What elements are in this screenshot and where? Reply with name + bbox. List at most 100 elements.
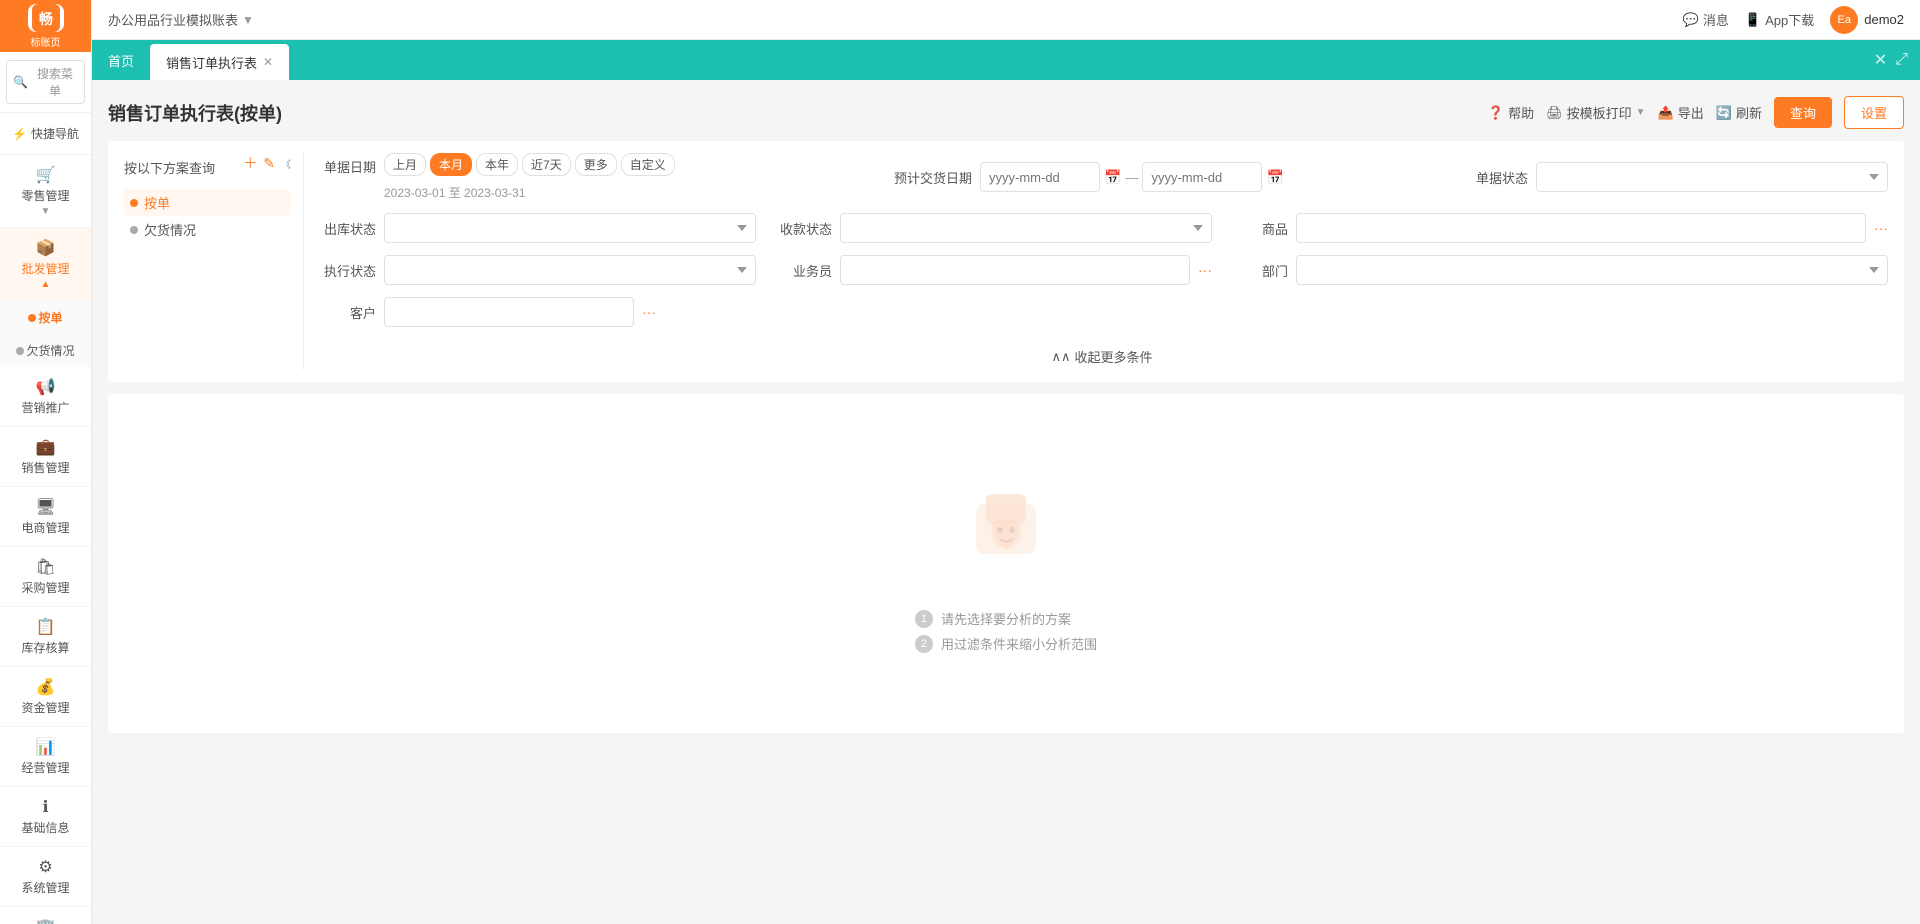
tag-more[interactable]: 更多 xyxy=(575,153,617,176)
sidebar-item-operation[interactable]: 📊 经营管理 xyxy=(0,727,91,787)
filter-scheme-label: 按以下方案查询 xyxy=(124,158,215,177)
tag-last-7[interactable]: 近7天 xyxy=(522,153,571,176)
sidebar-item-order[interactable]: 按单 xyxy=(0,301,91,334)
scheme-order-label: 按单 xyxy=(144,193,170,212)
date-separator: — xyxy=(1125,170,1138,185)
refresh-btn[interactable]: 🔄 刷新 xyxy=(1716,103,1762,122)
order-status-select[interactable] xyxy=(1536,162,1888,192)
print-expand-icon[interactable]: ▼ xyxy=(1636,107,1646,118)
salesperson-more-icon[interactable]: ··· xyxy=(1198,262,1212,278)
tag-current-year[interactable]: 本年 xyxy=(476,153,518,176)
tag-last-month[interactable]: 上月 xyxy=(384,153,426,176)
salesperson-input[interactable] xyxy=(840,255,1190,285)
main-area: 办公用品行业模拟账表 ▼ 💬 消息 📱 App下载 Ea demo2 首页 xyxy=(92,0,1920,924)
sidebar-logo-text: 标账页 xyxy=(31,34,61,49)
svg-text:畅: 畅 xyxy=(39,11,53,27)
goods-input[interactable] xyxy=(1296,213,1866,243)
tab-home[interactable]: 首页 xyxy=(92,40,150,80)
sidebar-logo: 畅 标账页 xyxy=(0,0,91,52)
tab-sales-order[interactable]: 销售订单执行表 ✕ xyxy=(150,44,289,80)
edit-scheme-icon[interactable]: ✎ xyxy=(263,155,275,172)
tip-1-num: 1 xyxy=(915,610,933,628)
filter-scheme-panel: 按以下方案查询 ＋ ✎ 《 按单 xyxy=(124,153,304,370)
sidebar-item-purchase[interactable]: 🛍 采购管理 xyxy=(0,547,91,607)
sidebar-item-sales[interactable]: 💼 销售管理 xyxy=(0,427,91,487)
tabbar-close-btn[interactable]: ✕ xyxy=(1874,50,1887,70)
sidebar-item-debt[interactable]: 欠货情况 xyxy=(0,334,91,367)
wholesale-icon: 📦 xyxy=(36,238,56,258)
quick-nav-section: ⚡ 快捷导航 xyxy=(0,113,91,155)
filter-execution-status: 执行状态 xyxy=(316,255,756,285)
sidebar-item-retail-label: 零售管理 xyxy=(21,187,69,204)
topbar-title-arrow[interactable]: ▼ xyxy=(242,13,254,27)
empty-tip-2: 2 用过滤条件来缩小分析范围 xyxy=(915,634,1097,653)
scheme-debt-item[interactable]: 欠货情况 xyxy=(124,216,291,243)
execution-status-label: 执行状态 xyxy=(316,261,376,280)
inventory-icon: 📋 xyxy=(36,617,56,637)
filter-scheme-title-row: 按以下方案查询 ＋ ✎ 《 xyxy=(124,153,291,181)
search-btn[interactable]: 查询 xyxy=(1774,97,1832,128)
execution-status-select[interactable] xyxy=(384,255,756,285)
calendar-to-icon[interactable]: 📅 xyxy=(1266,169,1283,186)
sidebar-item-wholesale-label: 批发管理 xyxy=(21,260,69,277)
filter-collapse-btn[interactable]: ∧∧ 收起更多条件 xyxy=(316,339,1888,370)
scheme-order-item[interactable]: 按单 xyxy=(124,189,291,216)
print-icon: 🖨 xyxy=(1546,105,1563,121)
sidebar: 畅 标账页 🔍 搜索菜单 ⚡ 快捷导航 🛒 零售管理 ▼ 📦 批发管理 ▲ xyxy=(0,0,92,924)
goods-more-icon[interactable]: ··· xyxy=(1874,220,1888,236)
sidebar-item-quick-nav[interactable]: ⚡ 快捷导航 xyxy=(0,117,91,150)
customer-more-icon[interactable]: ··· xyxy=(642,304,656,320)
add-scheme-icon[interactable]: ＋ xyxy=(243,153,257,173)
sidebar-item-finance[interactable]: 💰 资金管理 xyxy=(0,667,91,727)
tag-custom[interactable]: 自定义 xyxy=(621,153,675,176)
sidebar-menu: 🛒 零售管理 ▼ 📦 批发管理 ▲ 按单 欠货情况 📢 营销推广 xyxy=(0,155,91,924)
sidebar-item-ecommerce[interactable]: 🖥 电商管理 xyxy=(0,487,91,547)
payment-status-select[interactable] xyxy=(840,213,1212,243)
template-print-btn[interactable]: 🖨 按模板打印 ▼ xyxy=(1546,103,1645,122)
delivery-status-select[interactable] xyxy=(384,213,756,243)
sidebar-item-marketing[interactable]: 📢 营销推广 xyxy=(0,367,91,427)
collapse-scheme-icon[interactable]: 《 xyxy=(281,156,291,171)
scheme-debt-dot xyxy=(130,226,138,234)
sidebar-item-inventory[interactable]: 📋 库存核算 xyxy=(0,607,91,667)
topbar-title-text: 办公用品行业模拟账表 xyxy=(108,10,238,29)
message-icon: 💬 xyxy=(1683,12,1699,28)
sidebar-item-retail[interactable]: 🛒 零售管理 ▼ xyxy=(0,155,91,228)
expected-delivery-label: 预计交货日期 xyxy=(892,168,972,187)
content-area: 销售订单执行表(按单) ❓ 帮助 🖨 按模板打印 ▼ 📤 导出 xyxy=(92,80,1920,924)
search-menu-button[interactable]: 🔍 搜索菜单 xyxy=(6,60,85,104)
logo-icon: 畅 xyxy=(28,4,64,32)
settings-btn[interactable]: 设置 xyxy=(1844,96,1904,129)
topbar-user[interactable]: Ea demo2 xyxy=(1830,6,1904,34)
tabbar-expand-btn[interactable]: ⤢ xyxy=(1895,51,1908,69)
tip-1-text: 请先选择要分析的方案 xyxy=(941,609,1071,628)
delivery-status-label: 出库状态 xyxy=(316,219,376,238)
avatar-initials: Ea xyxy=(1838,14,1851,26)
sidebar-item-system[interactable]: ⚙ 系统管理 xyxy=(0,847,91,907)
sidebar-item-inventory-label: 库存核算 xyxy=(21,639,69,656)
export-btn[interactable]: 📤 导出 xyxy=(1658,103,1704,122)
topbar-message-btn[interactable]: 💬 消息 xyxy=(1683,10,1729,29)
payment-status-label: 收款状态 xyxy=(772,219,832,238)
export-icon: 📤 xyxy=(1658,105,1674,121)
tab-close-icon[interactable]: ✕ xyxy=(263,55,273,69)
calendar-from-icon[interactable]: 📅 xyxy=(1104,169,1121,186)
customer-input[interactable] xyxy=(384,297,634,327)
sidebar-item-enterprise[interactable]: 🏢 企业协同 xyxy=(0,907,91,924)
sidebar-item-wholesale[interactable]: 📦 批发管理 ▲ xyxy=(0,228,91,301)
topbar-app-btn[interactable]: 📱 App下载 xyxy=(1745,10,1814,29)
sidebar-item-base[interactable]: ℹ 基础信息 xyxy=(0,787,91,847)
template-print-label: 按模板打印 xyxy=(1567,103,1632,122)
expected-date-to[interactable] xyxy=(1142,162,1262,192)
sidebar-item-debt-label: 欠货情况 xyxy=(26,342,74,359)
help-btn[interactable]: ❓ 帮助 xyxy=(1488,103,1534,122)
filter-row-1: 单据日期 上月 本月 本年 近7天 更多 自定义 xyxy=(316,153,1888,201)
goods-label: 商品 xyxy=(1228,219,1288,238)
tag-current-month[interactable]: 本月 xyxy=(430,153,472,176)
avatar: Ea xyxy=(1830,6,1858,34)
topbar-right: 💬 消息 📱 App下载 Ea demo2 xyxy=(1683,6,1904,34)
department-select[interactable] xyxy=(1296,255,1888,285)
sidebar-item-marketing-label: 营销推广 xyxy=(21,399,69,416)
expected-date-from[interactable] xyxy=(980,162,1100,192)
date-label: 单据日期 xyxy=(316,157,376,176)
